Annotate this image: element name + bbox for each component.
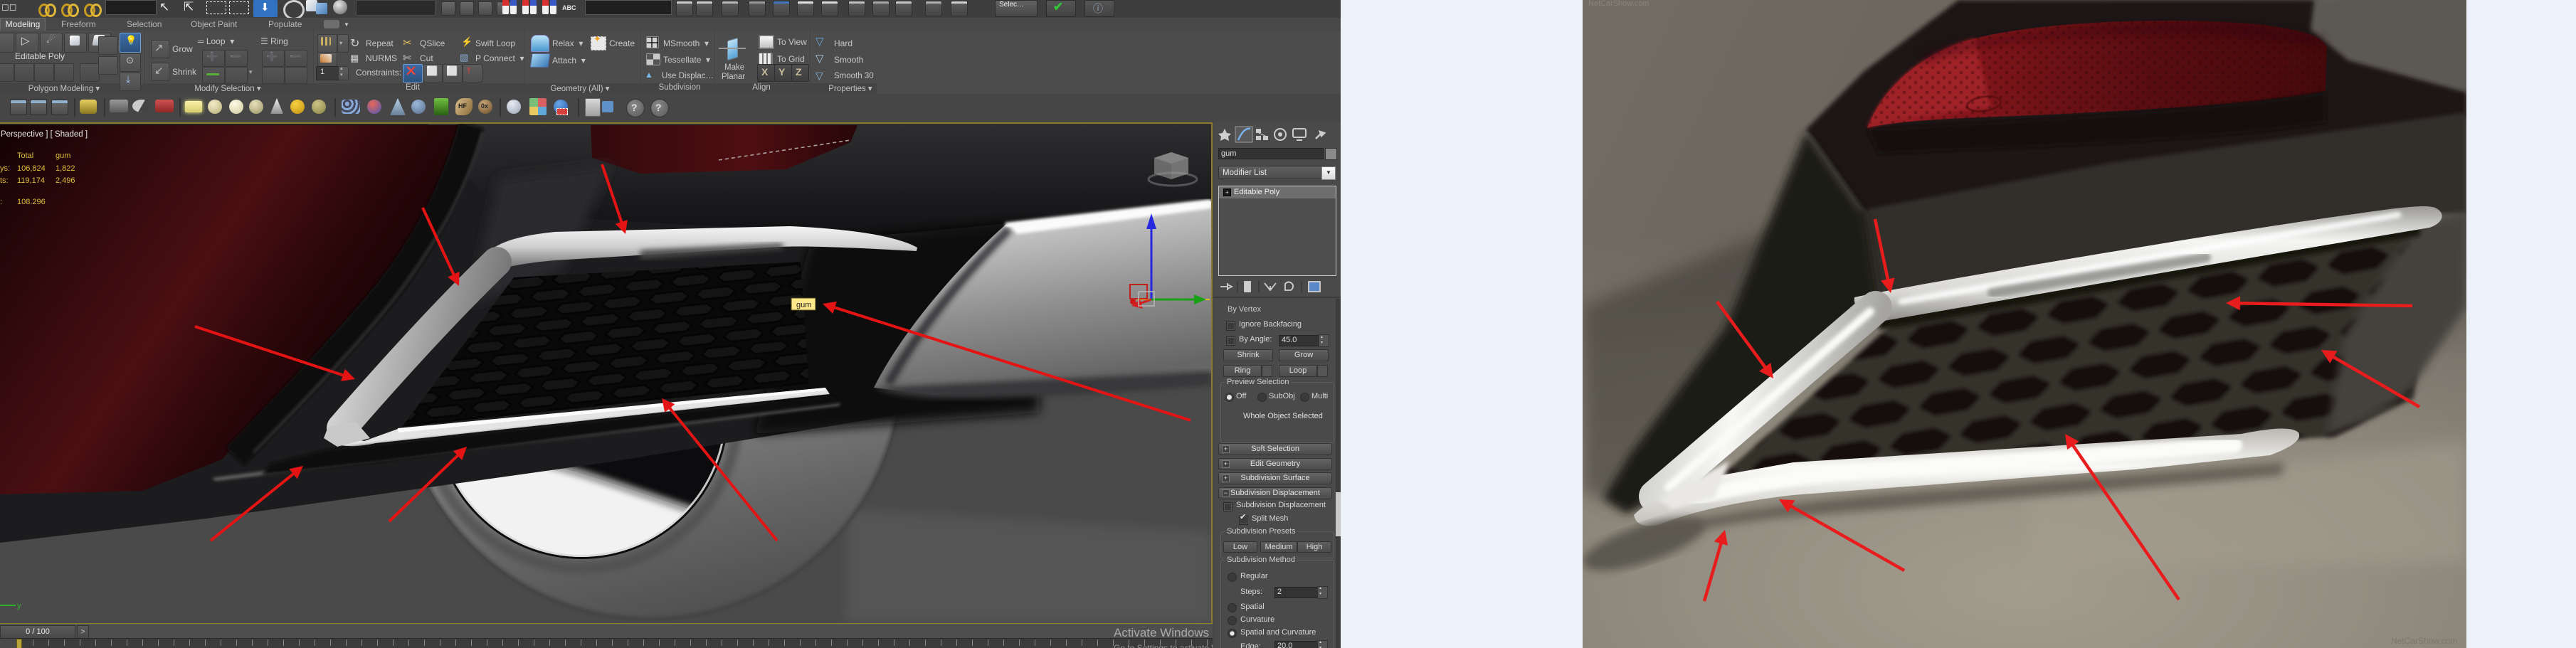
svg-text:NetCarShow.com: NetCarShow.com xyxy=(1588,0,1649,8)
svg-text:NetCarShow.com: NetCarShow.com xyxy=(2391,636,2457,646)
svg-text:2,496: 2,496 xyxy=(56,176,75,185)
svg-text:ys:: ys: xyxy=(0,164,10,173)
svg-text:ts:: ts: xyxy=(0,176,9,185)
svg-text::: : xyxy=(0,198,2,206)
svg-text:119,174: 119,174 xyxy=(17,176,45,185)
svg-text:gum: gum xyxy=(796,301,811,309)
svg-text:1,822: 1,822 xyxy=(56,164,75,173)
svg-text:Perspective ] [ Shaded ]: Perspective ] [ Shaded ] xyxy=(1,130,88,139)
svg-text:106,824: 106,824 xyxy=(17,164,46,173)
svg-text:108.296: 108.296 xyxy=(17,198,46,206)
svg-text:gum: gum xyxy=(56,152,70,160)
svg-text:Total: Total xyxy=(17,152,33,160)
svg-text:y: y xyxy=(17,602,21,610)
